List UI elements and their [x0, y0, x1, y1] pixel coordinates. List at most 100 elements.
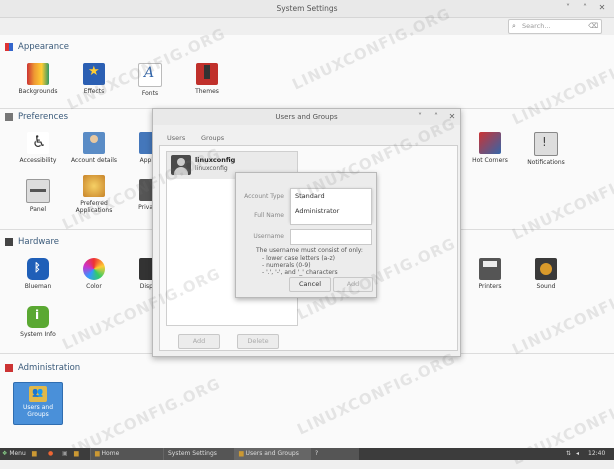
dialog-title: Users and Groups	[153, 109, 460, 125]
section-title: Hardware	[18, 237, 60, 247]
item-label: Printers	[478, 283, 502, 290]
section-administration: Administration	[0, 361, 614, 375]
section-title: Administration	[18, 363, 81, 373]
administration-icon	[5, 364, 13, 372]
item-hot-corners[interactable]: Hot Corners	[465, 132, 515, 164]
hot-corners-icon	[479, 132, 501, 154]
applets-icon	[139, 132, 153, 154]
search-icon: ⌕	[512, 22, 516, 30]
item-label: Backgrounds	[18, 88, 58, 95]
users-groups-icon: ▆	[239, 450, 244, 457]
notifications-icon: !	[534, 132, 558, 156]
username-field[interactable]	[290, 229, 372, 245]
minimize-button[interactable]: ˅	[563, 3, 573, 13]
taskbar: ❖ Menu ▆ ● ▣ ▆ ▆ Home System Settings ▆ …	[0, 448, 614, 460]
item-themes[interactable]: Themes	[182, 63, 232, 95]
item-blueman[interactable]: ᛒ Blueman	[13, 258, 63, 290]
item-label: Themes	[195, 88, 219, 95]
item-label: Hot Corners	[472, 157, 508, 164]
minimize-button[interactable]: ˅	[415, 112, 425, 122]
section-appearance: Appearance	[0, 40, 614, 54]
item-label: Account details	[70, 157, 118, 164]
menu-icon: ❖	[2, 450, 8, 457]
username-label: Username	[253, 233, 284, 240]
appearance-icon	[5, 43, 13, 51]
info-icon: i	[27, 306, 49, 328]
item-backgrounds[interactable]: Backgrounds	[13, 63, 63, 95]
taskbar-window-users-groups[interactable]: ▆ Users and Groups	[234, 448, 311, 460]
search-input[interactable]: ⌕ Search... ⌫	[508, 19, 602, 34]
color-icon	[83, 258, 105, 280]
taskbar-window-unknown[interactable]: ?	[310, 448, 359, 460]
window-title: System Settings	[276, 4, 338, 13]
files-launcher-icon[interactable]: ▆	[74, 448, 79, 460]
username-rule: - '.', '-', and '_' characters	[262, 269, 338, 276]
home-folder-icon: ▆	[95, 450, 100, 457]
menu-label: Menu	[9, 450, 26, 457]
terminal-launcher-icon[interactable]: ▣	[62, 448, 68, 460]
cancel-button[interactable]: Cancel	[289, 277, 331, 292]
account-type-label: Account Type	[244, 193, 284, 200]
search-placeholder: Search...	[522, 22, 551, 30]
item-label: Users and Groups	[23, 404, 53, 418]
taskbar-window-home[interactable]: ▆ Home	[90, 448, 165, 460]
hardware-icon	[5, 238, 13, 246]
section-title: Preferences	[18, 112, 68, 122]
folder-launcher-icon[interactable]: ▆	[32, 448, 37, 460]
item-label: Priva	[138, 204, 153, 211]
section-title: Appearance	[18, 42, 70, 52]
item-label: Fonts	[141, 90, 159, 97]
item-panel[interactable]: Panel	[13, 179, 63, 213]
printer-icon	[479, 258, 501, 280]
item-display[interactable]: Disp	[125, 258, 153, 290]
users-groups-icon: 👥	[29, 386, 47, 402]
preferred-applications-icon	[83, 175, 105, 197]
taskbar-window-label: ?	[315, 450, 319, 457]
full-name-label: Full Name	[254, 212, 284, 219]
add-user-button[interactable]: Add	[178, 334, 220, 349]
item-applets[interactable]: Appl	[125, 132, 153, 164]
accessibility-icon: ♿	[27, 132, 49, 154]
item-label: Color	[86, 283, 102, 290]
clock[interactable]: 12:40	[588, 448, 605, 460]
item-color[interactable]: Color	[69, 258, 119, 290]
item-label: Notifications	[527, 159, 565, 166]
volume-icon[interactable]: ◂	[576, 448, 579, 460]
backgrounds-icon	[27, 63, 49, 85]
item-printers[interactable]: Printers	[465, 258, 515, 290]
item-sound[interactable]: Sound	[521, 258, 571, 290]
preferences-icon	[5, 113, 13, 121]
network-icon[interactable]: ⇅	[566, 448, 571, 460]
display-icon	[139, 258, 153, 280]
item-label: Accessibility	[19, 157, 57, 164]
themes-icon	[196, 63, 218, 85]
taskbar-window-label: Users and Groups	[245, 450, 299, 457]
menu-button[interactable]: ❖ Menu	[2, 448, 26, 460]
close-button[interactable]: ✕	[597, 3, 607, 13]
item-system-info[interactable]: i System Info	[13, 306, 63, 338]
item-notifications[interactable]: ! Notifications	[521, 132, 571, 166]
maximize-button[interactable]: ˄	[580, 3, 590, 13]
taskbar-window-system-settings[interactable]: System Settings	[163, 448, 237, 460]
item-account-details[interactable]: Account details	[69, 132, 119, 164]
panel-icon	[26, 179, 50, 203]
item-label: System Info	[20, 331, 56, 338]
delete-user-button[interactable]: Delete	[237, 334, 279, 349]
bluetooth-icon: ᛒ	[27, 258, 49, 280]
item-label: Sound	[536, 283, 556, 290]
item-label: Disp	[139, 283, 153, 290]
item-label: Panel	[29, 206, 47, 213]
account-details-icon	[83, 132, 105, 154]
tab-groups[interactable]: Groups	[201, 131, 224, 145]
item-label: Blueman	[24, 283, 52, 290]
window-titlebar[interactable]: System Settings ˅ ˄ ✕	[0, 0, 614, 18]
option-administrator[interactable]: Administrator	[295, 207, 339, 215]
item-users-and-groups[interactable]: 👥 Users and Groups	[13, 382, 63, 425]
full-name-field[interactable]	[290, 220, 372, 225]
item-accessibility[interactable]: ♿ Accessibility	[13, 132, 63, 164]
item-label: Appl	[139, 157, 153, 164]
firefox-launcher-icon[interactable]: ●	[48, 448, 53, 460]
taskbar-window-label: System Settings	[168, 450, 217, 457]
sound-icon	[535, 258, 557, 280]
clear-icon[interactable]: ⌫	[588, 20, 598, 33]
